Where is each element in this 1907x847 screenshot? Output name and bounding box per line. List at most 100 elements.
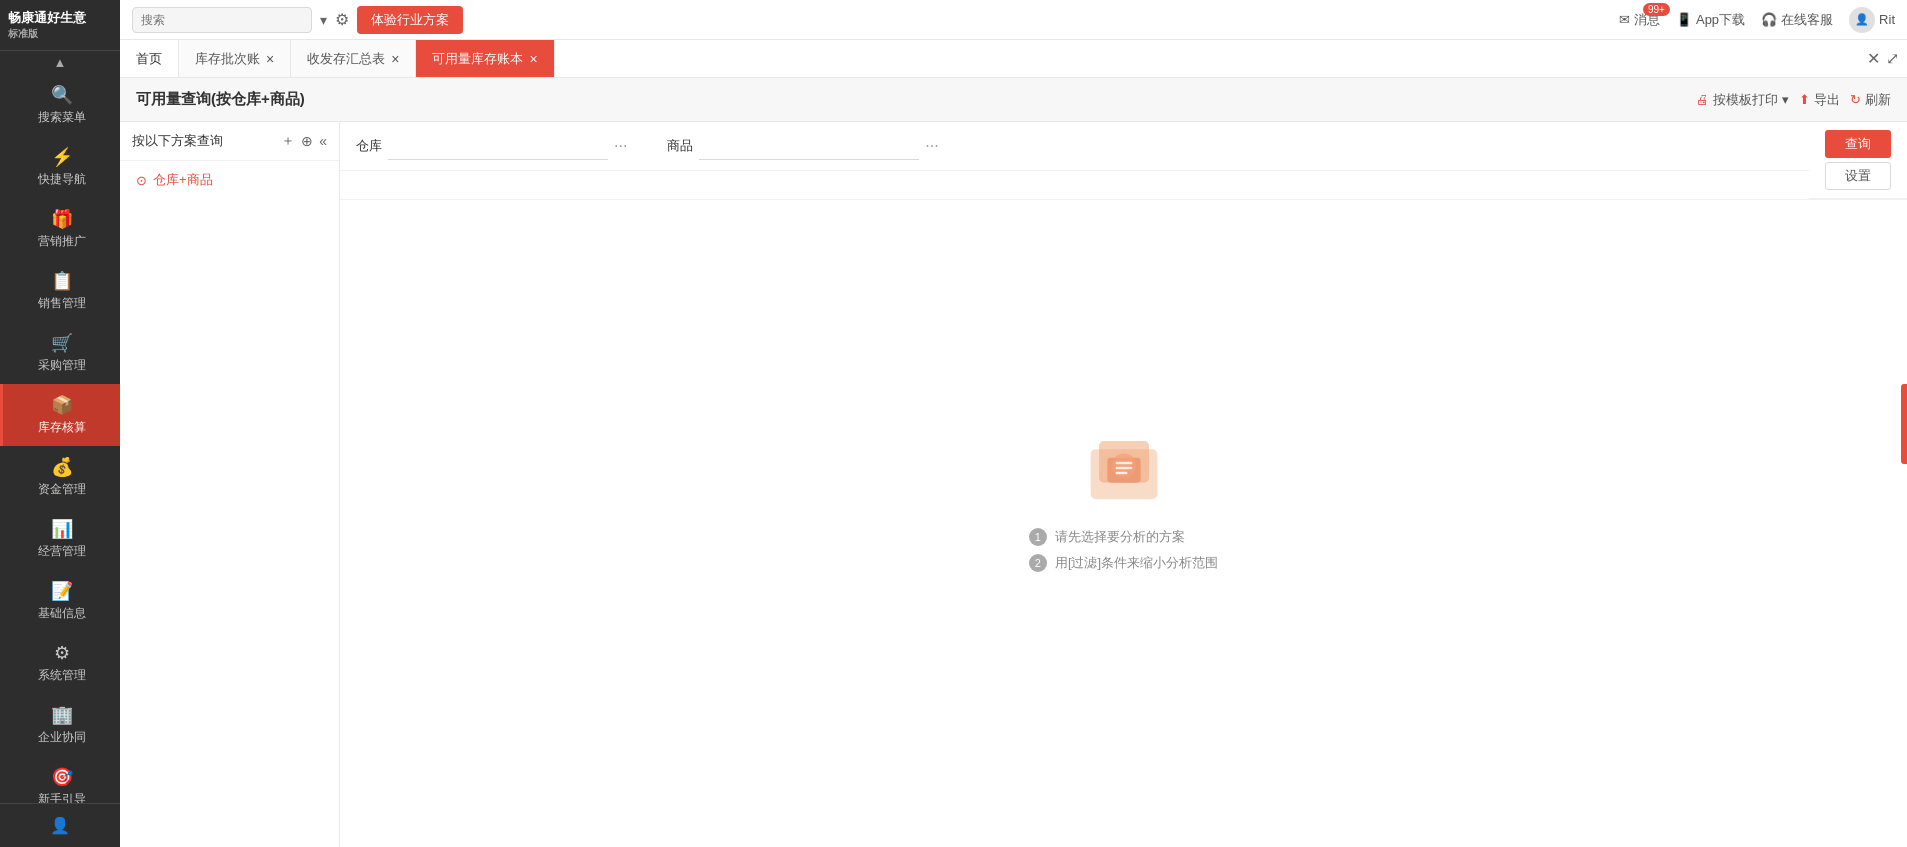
finance-icon: 💰 [51, 456, 73, 478]
enterprise-icon: 🏢 [51, 704, 73, 726]
brand-name: 畅康通好生意 标准版 [8, 10, 112, 40]
page-header: 可用量查询(按仓库+商品) 🖨 按模板打印 ▾ ⬆ 导出 ↻ 刷新 [120, 78, 1907, 122]
print-button[interactable]: 🖨 按模板打印 ▾ [1696, 91, 1789, 109]
sales-icon: 📋 [51, 270, 73, 292]
sidebar-item-search[interactable]: 🔍 搜索菜单 [0, 74, 120, 136]
operations-icon: 📊 [51, 518, 73, 540]
sidebar: 畅康通好生意 标准版 ▲ 🔍 搜索菜单 ⚡ 快捷导航 🎁 营销推广 📋 销售管理 [0, 0, 120, 847]
refresh-icon: ↻ [1850, 92, 1861, 107]
sidebar-item-operations[interactable]: 📊 经营管理 [0, 508, 120, 570]
query-area: 仓库 ··· 商品 ··· 查询 设置 [340, 122, 1907, 847]
filter-item-icon: ⊙ [136, 173, 147, 188]
sidebar-item-shortcut[interactable]: ⚡ 快捷导航 [0, 136, 120, 198]
tab-summary[interactable]: 收发存汇总表 × [291, 40, 416, 78]
filter-item-warehouse-goods[interactable]: ⊙ 仓库+商品 [120, 161, 339, 199]
goods-more-button[interactable]: ··· [925, 137, 938, 155]
sidebar-item-inventory[interactable]: 📦 库存核算 [0, 384, 120, 446]
system-icon: ⚙ [54, 642, 70, 664]
goods-input[interactable] [699, 132, 919, 160]
topbar-right: ✉ 消息 99+ 📱 App下载 🎧 在线客服 👤 Rit [1619, 7, 1895, 33]
service-icon: 🎧 [1761, 12, 1777, 27]
warehouse-input[interactable] [388, 132, 608, 160]
newbie-icon: 🎯 [51, 766, 73, 788]
search-input[interactable] [132, 7, 312, 33]
query-actions: 查询 设置 [1809, 122, 1907, 199]
sidebar-item-finance[interactable]: 💰 资金管理 [0, 446, 120, 508]
inventory-icon: 📦 [51, 394, 73, 416]
marketing-icon: 🎁 [51, 208, 73, 230]
sidebar-bottom-user[interactable]: 👤 [0, 810, 120, 841]
tabs-end: ✕ ⤢ [1859, 49, 1907, 68]
dropdown-button[interactable]: ▾ [320, 12, 327, 28]
tab-summary-close[interactable]: × [391, 52, 399, 66]
empty-state: 1 请先选择要分析的方案 2 用[过滤]条件来缩小分析范围 [340, 200, 1907, 847]
svg-rect-6 [1115, 471, 1127, 474]
avatar: 👤 [1849, 7, 1875, 33]
tab-home[interactable]: 首页 [120, 40, 179, 78]
gear-button[interactable]: ⚙ [335, 10, 349, 29]
app-download-button[interactable]: 📱 App下载 [1676, 11, 1745, 29]
sidebar-scroll-up[interactable]: ▲ [0, 51, 120, 74]
sidebar-bottom: 👤 [0, 803, 120, 847]
sidebar-header: 畅康通好生意 标准版 [0, 0, 120, 51]
sidebar-nav: ▲ 🔍 搜索菜单 ⚡ 快捷导航 🎁 营销推广 📋 销售管理 🛒 采购管理 [0, 51, 120, 803]
warehouse-more-button[interactable]: ··· [614, 137, 627, 155]
tip-num-1: 1 [1029, 528, 1047, 546]
print-dropdown-icon: ▾ [1782, 92, 1789, 107]
sidebar-item-basic[interactable]: 📝 基础信息 [0, 570, 120, 632]
tip-num-2: 2 [1029, 554, 1047, 572]
query-button[interactable]: 查询 [1825, 130, 1891, 158]
sidebar-item-enterprise[interactable]: 🏢 企业协同 [0, 694, 120, 756]
message-button[interactable]: ✉ 消息 99+ [1619, 11, 1660, 29]
expand-tabs-button[interactable]: ⤢ [1886, 49, 1899, 68]
tip-item-1: 1 请先选择要分析的方案 [1029, 528, 1218, 546]
purchase-icon: 🛒 [51, 332, 73, 354]
message-icon: ✉ [1619, 12, 1630, 27]
scroll-indicator[interactable] [1901, 384, 1907, 464]
basic-icon: 📝 [51, 580, 73, 602]
app-icon: 📱 [1676, 12, 1692, 27]
settings-button[interactable]: 设置 [1825, 162, 1891, 190]
left-panel: 按以下方案查询 ＋ ⊕ « ⊙ 仓库+商品 [120, 122, 340, 847]
filter-settings-button[interactable]: ⊕ [301, 133, 313, 149]
service-button[interactable]: 🎧 在线客服 [1761, 11, 1833, 29]
tip-item-2: 2 用[过滤]条件来缩小分析范围 [1029, 554, 1218, 572]
message-badge: 99+ [1643, 3, 1670, 16]
sidebar-item-system[interactable]: ⚙ 系统管理 [0, 632, 120, 694]
export-button[interactable]: ⬆ 导出 [1799, 91, 1840, 109]
topbar: ▾ ⚙ 体验行业方案 ✉ 消息 99+ 📱 App下载 🎧 在线客服 [120, 0, 1907, 40]
user-icon: 👤 [50, 816, 70, 835]
shortcut-icon: ⚡ [51, 146, 73, 168]
filter-add-button[interactable]: ＋ [281, 132, 295, 150]
export-icon: ⬆ [1799, 92, 1810, 107]
filter-collapse-button[interactable]: « [319, 133, 327, 149]
close-all-tabs-button[interactable]: ✕ [1867, 49, 1880, 68]
page-header-actions: 🖨 按模板打印 ▾ ⬆ 导出 ↻ 刷新 [1696, 91, 1891, 109]
page-title: 可用量查询(按仓库+商品) [136, 90, 305, 109]
main-content: ▾ ⚙ 体验行业方案 ✉ 消息 99+ 📱 App下载 🎧 在线客服 [120, 0, 1907, 847]
sidebar-item-purchase[interactable]: 🛒 采购管理 [0, 322, 120, 384]
tab-available-close[interactable]: × [529, 52, 537, 66]
print-icon: 🖨 [1696, 92, 1709, 107]
user-menu[interactable]: 👤 Rit [1849, 7, 1895, 33]
goods-field-group: 商品 ··· [667, 132, 938, 160]
tabs-bar: 首页 库存批次账 × 收发存汇总表 × 可用量库存账本 × ✕ ⤢ [120, 40, 1907, 78]
refresh-button[interactable]: ↻ 刷新 [1850, 91, 1891, 109]
search-icon: 🔍 [51, 84, 73, 106]
sidebar-item-marketing[interactable]: 🎁 营销推广 [0, 198, 120, 260]
svg-rect-5 [1115, 466, 1132, 469]
empty-tips: 1 请先选择要分析的方案 2 用[过滤]条件来缩小分析范围 [1029, 528, 1218, 572]
svg-point-3 [1111, 453, 1136, 478]
tab-batch-close[interactable]: × [266, 52, 274, 66]
sidebar-item-newbie[interactable]: 🎯 新手引导 [0, 756, 120, 803]
warehouse-field-group: 仓库 ··· [356, 132, 627, 160]
sidebar-item-sales[interactable]: 📋 销售管理 [0, 260, 120, 322]
empty-illustration [1074, 416, 1174, 516]
svg-rect-4 [1115, 461, 1132, 464]
topbar-left: ▾ ⚙ 体验行业方案 [132, 6, 463, 34]
trial-button[interactable]: 体验行业方案 [357, 6, 463, 34]
filter-header: 按以下方案查询 ＋ ⊕ « [120, 122, 339, 161]
tab-available[interactable]: 可用量库存账本 × [416, 40, 554, 78]
tab-batch[interactable]: 库存批次账 × [179, 40, 291, 78]
content-area: 按以下方案查询 ＋ ⊕ « ⊙ 仓库+商品 仓库 [120, 122, 1907, 847]
